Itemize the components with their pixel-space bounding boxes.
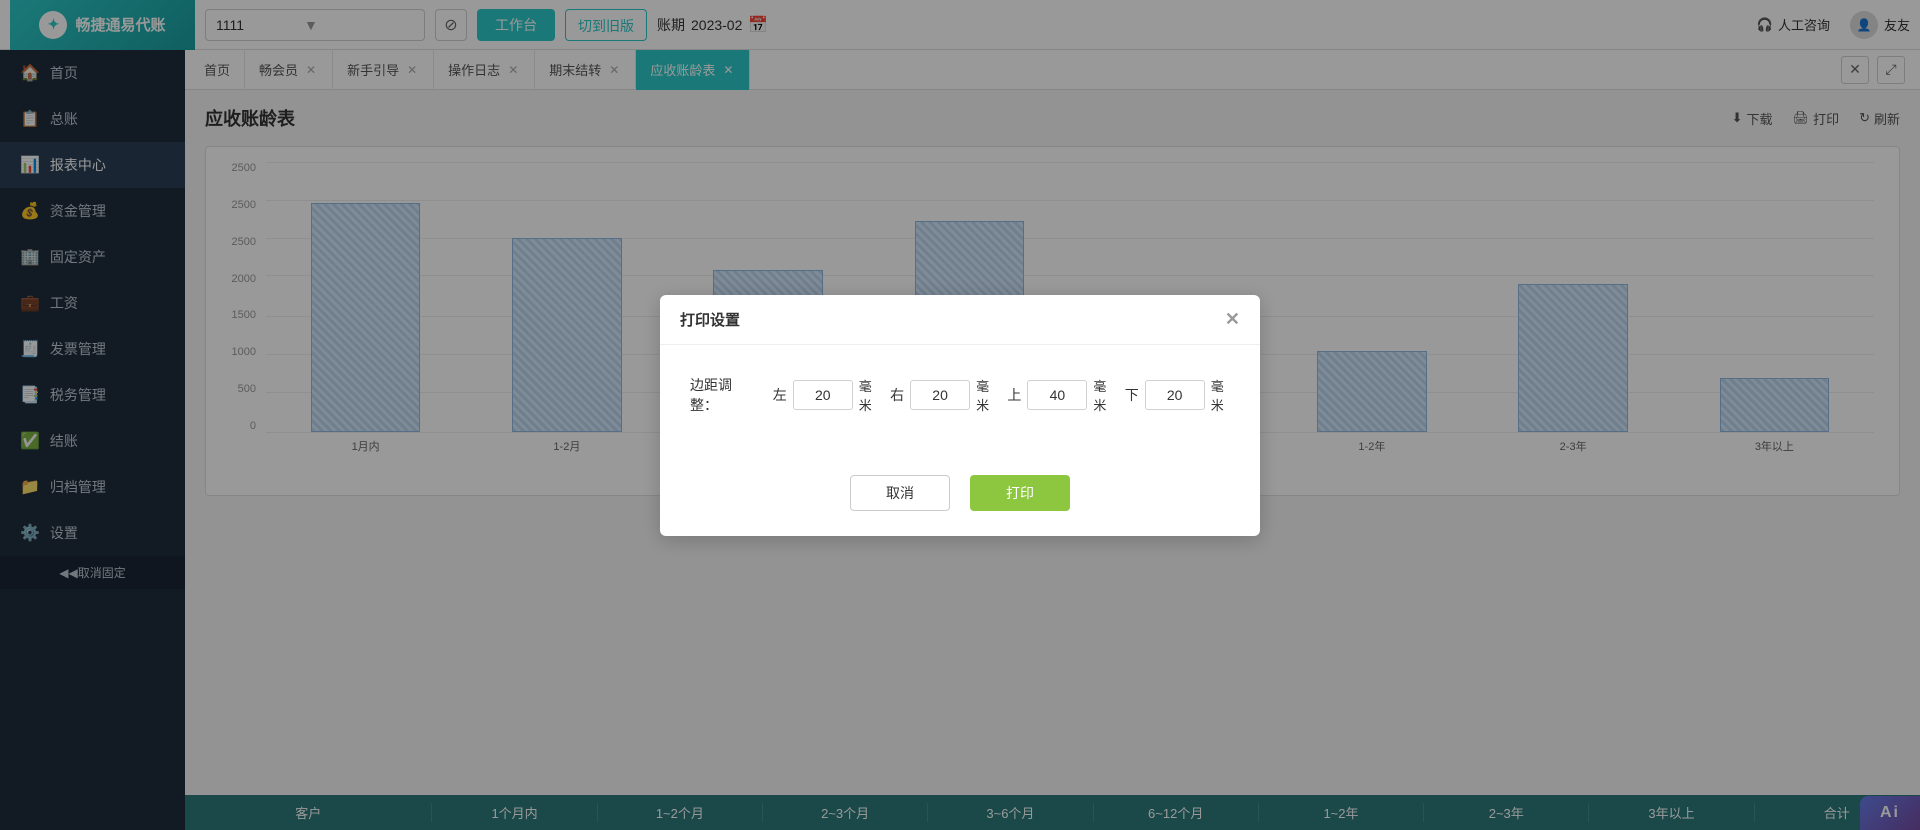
modal-footer: 取消 打印 [660, 465, 1260, 536]
right-label: 右 [890, 385, 904, 405]
modal-body: 边距调整： 左 毫米 右 毫米 上 毫米 下 [660, 345, 1260, 465]
bottom-margin-input[interactable] [1145, 380, 1205, 410]
modal-overlay[interactable]: 打印设置 ✕ 边距调整： 左 毫米 右 毫米 上 毫米 [0, 0, 1920, 830]
modal-title: 打印设置 [680, 309, 740, 330]
top-margin-input[interactable] [1027, 380, 1087, 410]
top-unit: 毫米 [1093, 376, 1112, 414]
top-margin-group: 上 毫米 [1007, 376, 1112, 414]
right-margin-group: 右 毫米 [890, 376, 995, 414]
cancel-button[interactable]: 取消 [850, 475, 950, 511]
bottom-label: 下 [1125, 385, 1139, 405]
confirm-print-button[interactable]: 打印 [970, 475, 1070, 511]
right-unit: 毫米 [976, 376, 995, 414]
margin-adjust-label: 边距调整： [690, 375, 756, 415]
right-margin-input[interactable] [910, 380, 970, 410]
bottom-unit: 毫米 [1211, 376, 1230, 414]
left-label: 左 [773, 385, 787, 405]
left-margin-group: 左 毫米 [773, 376, 878, 414]
modal-close-button[interactable]: ✕ [1225, 310, 1240, 328]
left-margin-input[interactable] [793, 380, 853, 410]
bottom-margin-group: 下 毫米 [1125, 376, 1230, 414]
margin-row: 边距调整： 左 毫米 右 毫米 上 毫米 下 [690, 375, 1230, 415]
left-unit: 毫米 [859, 376, 878, 414]
print-settings-modal: 打印设置 ✕ 边距调整： 左 毫米 右 毫米 上 毫米 [660, 295, 1260, 536]
modal-header: 打印设置 ✕ [660, 295, 1260, 345]
top-label: 上 [1007, 385, 1021, 405]
